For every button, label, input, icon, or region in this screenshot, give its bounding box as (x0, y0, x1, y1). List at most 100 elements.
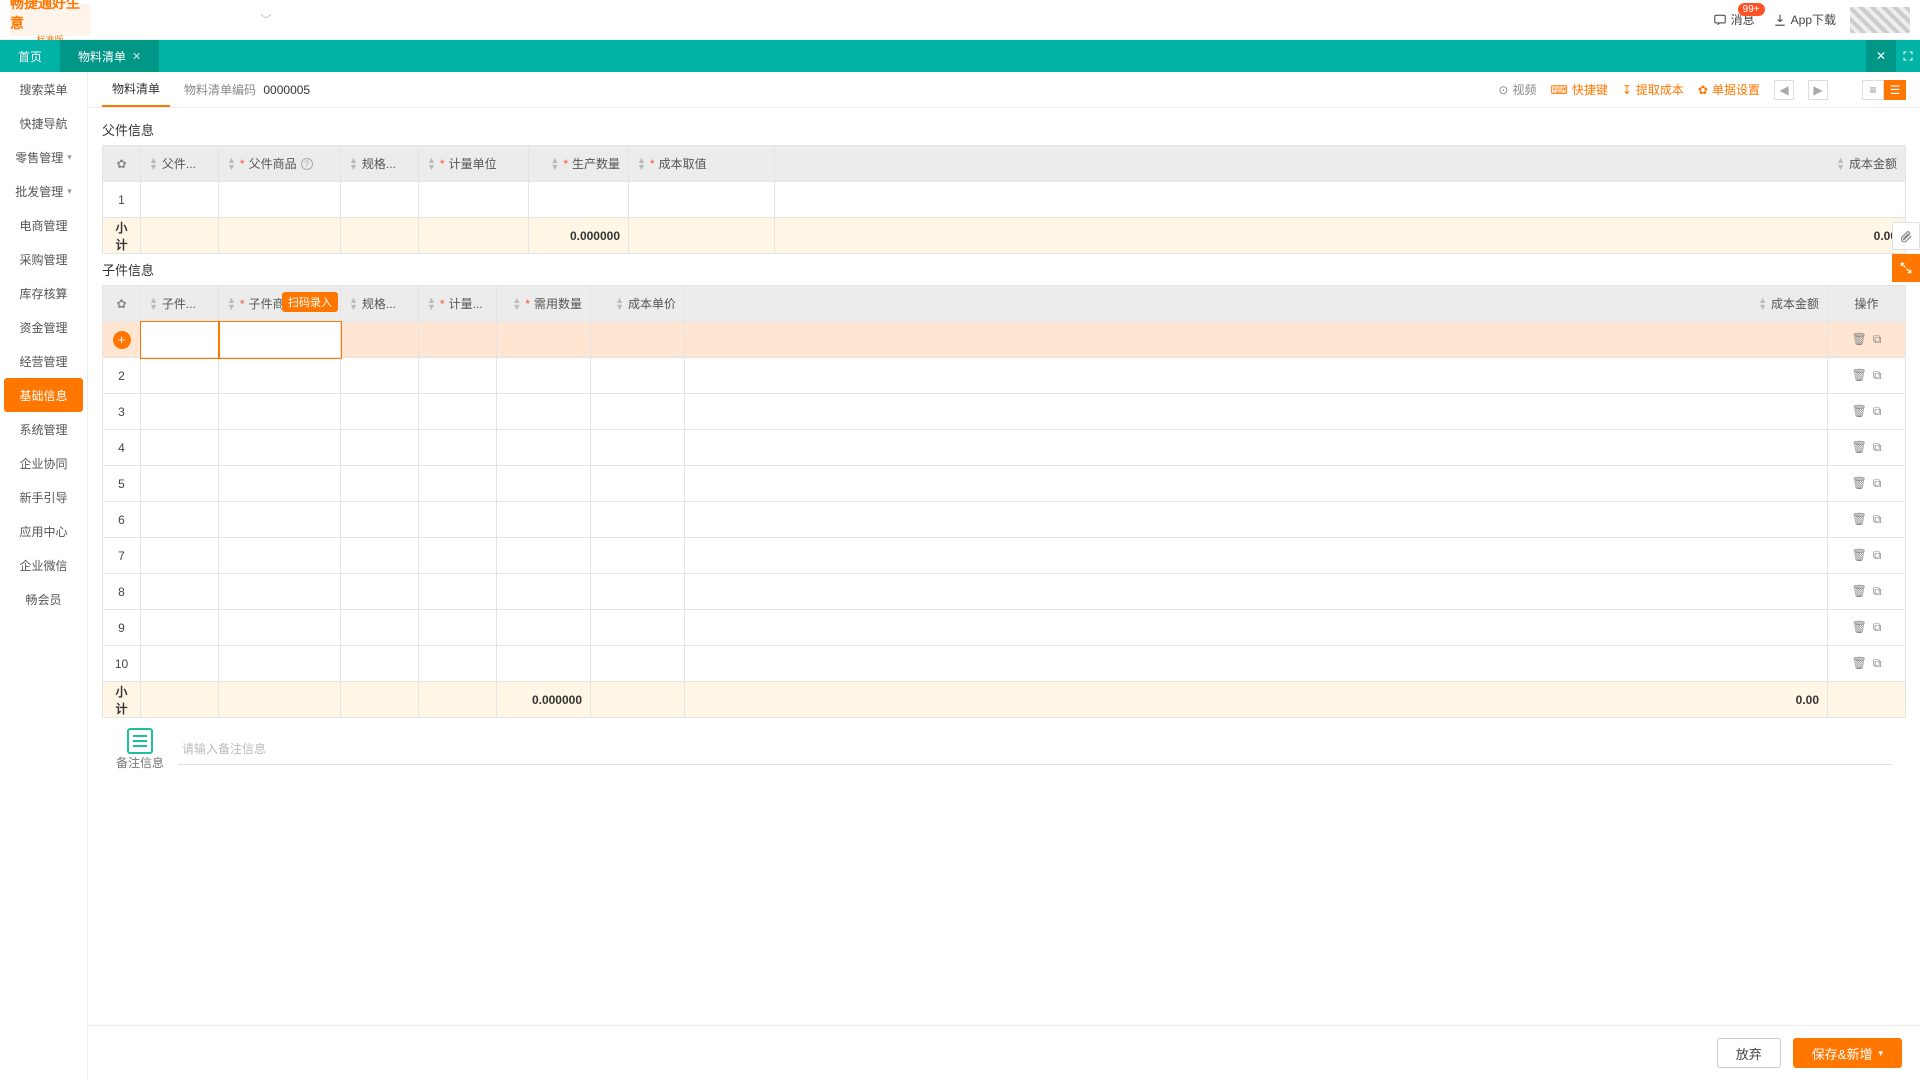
sidebar: 搜索菜单快捷导航零售管理▾批发管理▾电商管理采购管理库存核算资金管理经营管理基础… (0, 72, 88, 1080)
sheet-settings-link[interactable]: ✿单据设置 (1698, 81, 1760, 98)
parent-col-cost-src[interactable]: ▲▼*成本取值 (629, 146, 775, 182)
child-row[interactable]: 2🗑⧉ (103, 358, 1906, 394)
parent-grid: ✿ ▲▼父件... ▲▼*父件商品? ▲▼规格... ▲▼*计量单位 ▲▼*生产… (102, 145, 1906, 254)
delete-row-icon[interactable]: 🗑 (1852, 548, 1867, 562)
copy-row-icon[interactable]: ⧉ (1873, 332, 1882, 346)
sidebar-item[interactable]: 资金管理 (0, 310, 87, 344)
child-row[interactable]: 4🗑⧉ (103, 430, 1906, 466)
delete-row-icon[interactable]: 🗑 (1852, 368, 1867, 382)
child-row[interactable]: 7🗑⧉ (103, 538, 1906, 574)
delete-row-icon[interactable]: 🗑 (1852, 404, 1867, 418)
child-row[interactable]: + 🗑 ⧉ (103, 322, 1906, 358)
parent-col-code[interactable]: ▲▼父件... (141, 146, 219, 182)
expand-panel-button[interactable] (1892, 254, 1920, 282)
company-selector[interactable]: ﹀ (110, 7, 280, 33)
scan-entry-badge[interactable]: 扫码录入 (282, 292, 338, 312)
delete-row-icon[interactable]: 🗑 (1852, 620, 1867, 634)
child-subtotal-amt: 0.00 (685, 682, 1828, 718)
delete-row-icon[interactable]: 🗑 (1852, 584, 1867, 598)
copy-row-icon[interactable]: ⧉ (1873, 548, 1882, 562)
parent-subtotal-amt: 0.00 (775, 218, 1906, 254)
copy-row-icon[interactable]: ⧉ (1873, 440, 1882, 454)
sidebar-item[interactable]: 搜索菜单 (0, 72, 87, 106)
parent-col-gear[interactable]: ✿ (103, 146, 141, 182)
child-col-unit[interactable]: ▲▼*计量... (419, 286, 497, 322)
child-row[interactable]: 6🗑⧉ (103, 502, 1906, 538)
child-col-cost-amt[interactable]: ▲▼成本金额 (685, 286, 1828, 322)
parent-col-product[interactable]: ▲▼*父件商品? (219, 146, 341, 182)
delete-row-icon[interactable]: 🗑 (1852, 440, 1867, 454)
shortcut-link[interactable]: ⌨快捷键 (1551, 81, 1608, 98)
add-row-button[interactable]: + (113, 331, 131, 349)
parent-col-unit[interactable]: ▲▼*计量单位 (419, 146, 529, 182)
delete-row-icon[interactable]: 🗑 (1852, 512, 1867, 526)
sidebar-item[interactable]: 应用中心 (0, 514, 87, 548)
help-icon[interactable]: ? (301, 158, 313, 170)
sidebar-item[interactable]: 新手引导 (0, 480, 87, 514)
sidebar-item[interactable]: 批发管理▾ (0, 174, 87, 208)
download-label: App下载 (1791, 11, 1836, 28)
sidebar-item[interactable]: 电商管理 (0, 208, 87, 242)
fullscreen-icon[interactable] (1896, 40, 1920, 72)
parent-col-qty[interactable]: ▲▼*生产数量 (529, 146, 629, 182)
extract-cost-link[interactable]: ↧提取成本 (1622, 81, 1684, 98)
child-row[interactable]: 3🗑⧉ (103, 394, 1906, 430)
attachment-button[interactable] (1892, 222, 1920, 250)
sidebar-item[interactable]: 企业协同 (0, 446, 87, 480)
remark-label: 备注信息 (116, 754, 164, 771)
copy-row-icon[interactable]: ⧉ (1873, 368, 1882, 382)
sidebar-item[interactable]: 畅会员 (0, 582, 87, 616)
sidebar-item[interactable]: 零售管理▾ (0, 140, 87, 174)
child-col-price[interactable]: ▲▼成本单价 (591, 286, 685, 322)
parent-row[interactable]: 1 (103, 182, 1906, 218)
copy-row-icon[interactable]: ⧉ (1873, 476, 1882, 490)
row-number: 9 (103, 610, 141, 646)
discard-button[interactable]: 放弃 (1717, 1038, 1781, 1068)
view-form-button[interactable]: ☰ (1884, 80, 1906, 100)
save-and-new-button[interactable]: 保存&新增▾ (1793, 1038, 1902, 1068)
app-download-link[interactable]: App下载 (1773, 11, 1836, 28)
prev-record-button[interactable]: ◀ (1774, 80, 1794, 100)
parent-col-cost-amt[interactable]: ▲▼成本金额 (775, 146, 1906, 182)
copy-row-icon[interactable]: ⧉ (1873, 620, 1882, 634)
sidebar-item[interactable]: 基础信息 (4, 378, 83, 412)
tab-home[interactable]: 首页 (0, 40, 60, 72)
remark-input[interactable] (178, 734, 1892, 765)
sidebar-item[interactable]: 采购管理 (0, 242, 87, 276)
row-number: 8 (103, 574, 141, 610)
subtab-material-list[interactable]: 物料清单 (102, 72, 170, 107)
parent-col-spec[interactable]: ▲▼规格... (341, 146, 419, 182)
tab-material-list[interactable]: 物料清单 ✕ (60, 40, 159, 72)
delete-row-icon[interactable]: 🗑 (1852, 476, 1867, 490)
copy-row-icon[interactable]: ⧉ (1873, 512, 1882, 526)
chevron-down-icon[interactable]: ▾ (1878, 1048, 1883, 1059)
child-row[interactable]: 5🗑⧉ (103, 466, 1906, 502)
sidebar-item[interactable]: 快捷导航 (0, 106, 87, 140)
child-row[interactable]: 9 🗑 ⧉ (103, 610, 1906, 646)
sidebar-item[interactable]: 系统管理 (0, 412, 87, 446)
child-col-code[interactable]: ▲▼子件... (141, 286, 219, 322)
messages-link[interactable]: 消息 99+ (1713, 11, 1755, 28)
view-list-button[interactable]: ≡ (1862, 80, 1884, 100)
video-link[interactable]: ⊙视频 (1498, 81, 1536, 98)
tab-bar-close-button[interactable]: ✕ (1866, 40, 1896, 72)
sidebar-item[interactable]: 经营管理 (0, 344, 87, 378)
child-col-product[interactable]: ▲▼*子件商...扫码录入 (219, 286, 341, 322)
subtotal-label: 小计 (103, 682, 141, 718)
top-header: 畅捷通好生意 标准版 ﹀ 消息 99+ App下载 (0, 0, 1920, 40)
child-row[interactable]: 8 🗑 ⧉ (103, 574, 1906, 610)
next-record-button[interactable]: ▶ (1808, 80, 1828, 100)
delete-row-icon[interactable]: 🗑 (1852, 656, 1867, 670)
delete-row-icon[interactable]: 🗑 (1852, 332, 1867, 346)
child-col-spec[interactable]: ▲▼规格... (341, 286, 419, 322)
child-col-gear[interactable]: ✿ (103, 286, 141, 322)
child-col-qty[interactable]: ▲▼*需用数量 (497, 286, 591, 322)
user-avatar[interactable] (1850, 7, 1910, 33)
sidebar-item[interactable]: 库存核算 (0, 276, 87, 310)
close-icon[interactable]: ✕ (132, 50, 141, 63)
copy-row-icon[interactable]: ⧉ (1873, 584, 1882, 598)
child-row[interactable]: 10🗑⧉ (103, 646, 1906, 682)
copy-row-icon[interactable]: ⧉ (1873, 656, 1882, 670)
sidebar-item[interactable]: 企业微信 (0, 548, 87, 582)
copy-row-icon[interactable]: ⧉ (1873, 404, 1882, 418)
